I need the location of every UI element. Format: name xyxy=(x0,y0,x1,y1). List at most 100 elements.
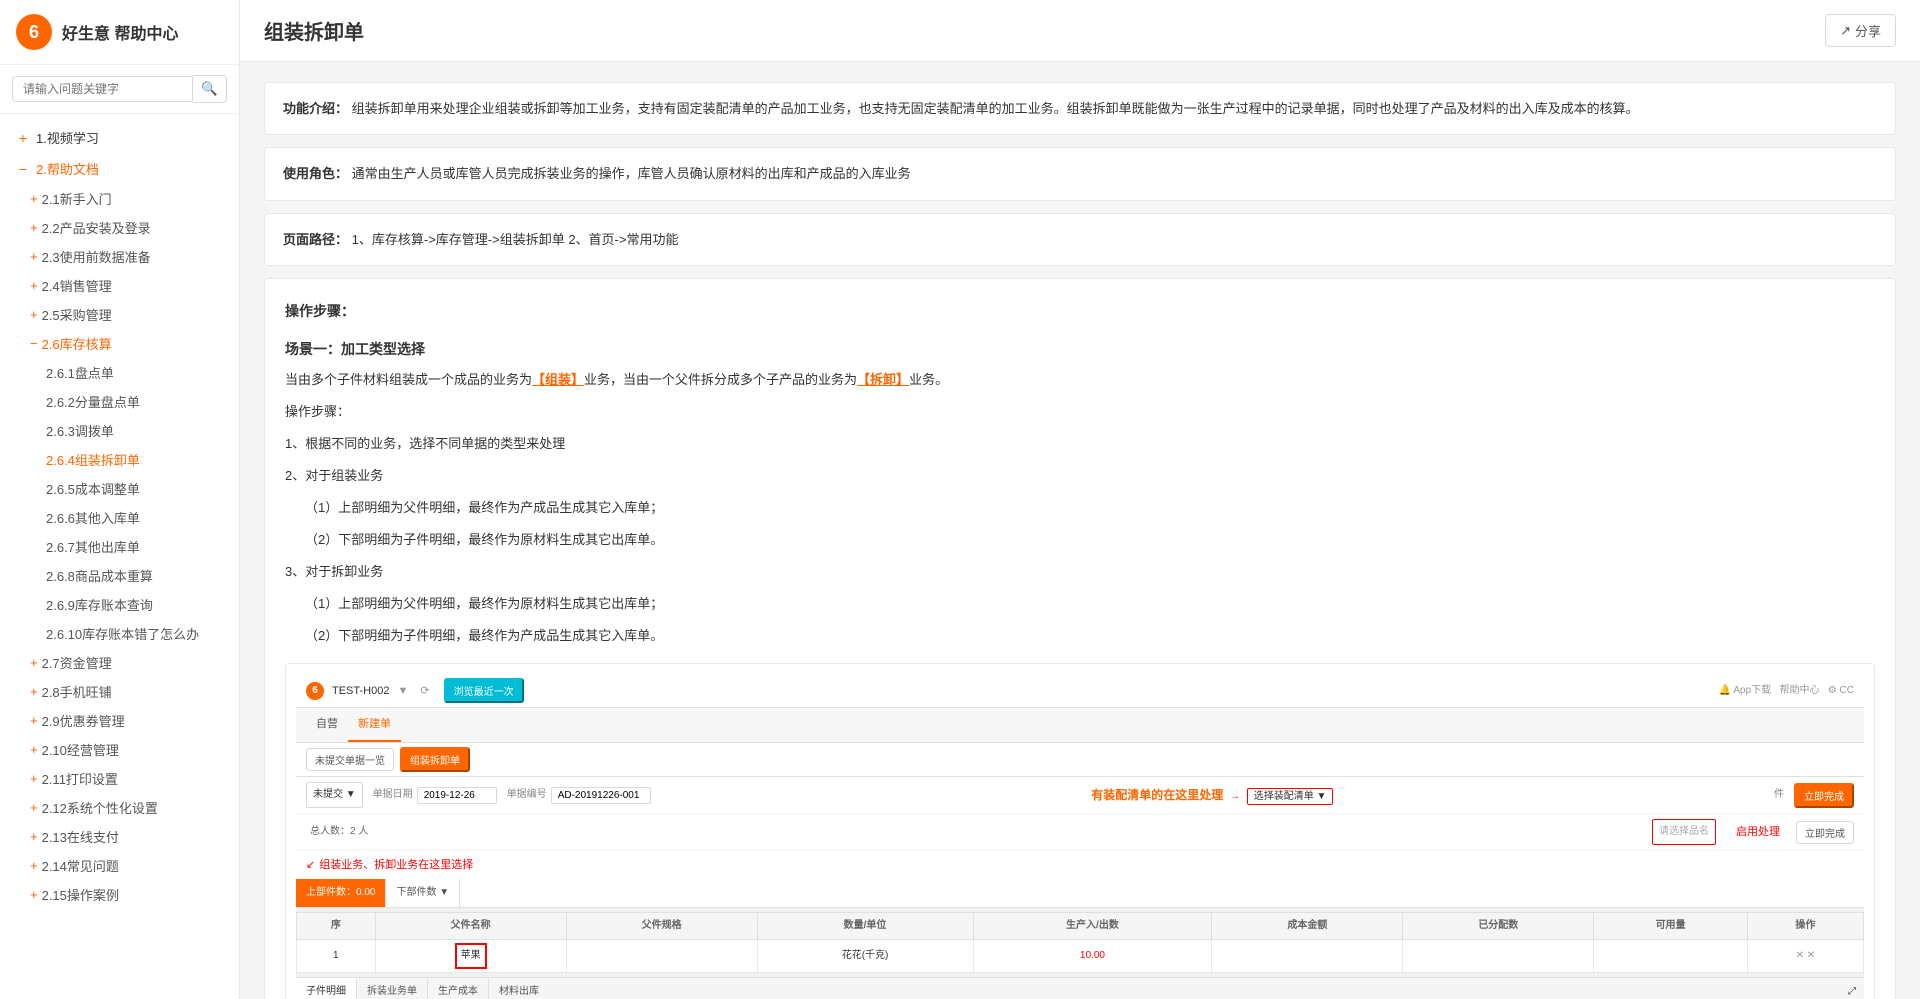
inner-apply-btn[interactable]: 立即完成 xyxy=(1796,821,1854,844)
arrow-annotation: ↙ xyxy=(306,854,315,876)
sidebar-item-2-8[interactable]: + 2.8手机旺铺 xyxy=(30,677,239,706)
share-icon: ↗ xyxy=(1840,23,1851,39)
inner-company: TEST-H002 xyxy=(332,680,389,702)
inner-titlebar: 6 TEST-H002 ▼ ⟳ 浏览最近一次 🔔 App下载 帮助中心 ⚙ CC xyxy=(296,674,1864,708)
sidebar-item-2-6-4[interactable]: 2.6.4组装拆卸单 xyxy=(46,445,239,474)
assembly-input-box: 请选择品名 xyxy=(1652,819,1716,845)
inner-btn-draft[interactable]: 未提交单据一览 xyxy=(306,748,394,771)
page-title: 组装拆卸单 xyxy=(264,16,364,45)
annotation-launch: 启用处理 xyxy=(1736,821,1780,843)
sidebar-item-2-4[interactable]: + 2.4销售管理 xyxy=(30,271,239,300)
sidebar-item-2-1[interactable]: + 2.1新手入门 xyxy=(30,184,239,213)
main-area: 组装拆卸单 ↗ 分享 功能介绍： 组装拆卸单用来处理企业组装或拆卸等加工业务，支… xyxy=(240,0,1920,999)
sidebar-item-2-3[interactable]: + 2.3使用前数据准备 xyxy=(30,242,239,271)
assembly-annotation: 组装业务、拆卸业务在这里选择 xyxy=(319,854,473,876)
sidebar-item-2-6-2[interactable]: 2.6.2分量盘点单 xyxy=(46,387,239,416)
sidebar-item-2[interactable]: − 2.帮助文档 xyxy=(0,153,239,184)
sidebar-item-2-15-label: 2.15操作案例 xyxy=(42,885,119,904)
date-label: 单据日期 xyxy=(373,785,413,805)
th-cost: 成本金额 xyxy=(1212,913,1403,940)
sidebar-item-2-9-label: 2.9优惠券管理 xyxy=(42,711,125,730)
sidebar-item-2-11[interactable]: + 2.11打印设置 xyxy=(30,764,239,793)
step3: 3、对于拆卸业务 xyxy=(285,559,1875,585)
td-name: 苹果 xyxy=(375,940,566,973)
lower-tab-outstock[interactable]: 材料出库 xyxy=(489,978,549,999)
sidebar-item-2-6-8[interactable]: 2.6.8商品成本重算 xyxy=(46,561,239,590)
sidebar-item-2-14[interactable]: + 2.14常见问题 xyxy=(30,851,239,880)
sidebar-item-2-10-label: 2.10经营管理 xyxy=(42,740,119,759)
date-input[interactable] xyxy=(417,787,497,804)
sidebar-item-2-6-7[interactable]: 2.6.7其他出库单 xyxy=(46,532,239,561)
sidebar-item-1[interactable]: + 1.视频学习 xyxy=(0,122,239,153)
td-cost xyxy=(1212,940,1403,973)
sidebar-item-2-9[interactable]: + 2.9优惠券管理 xyxy=(30,706,239,735)
tab-upper[interactable]: 上部件数：0.00 xyxy=(296,879,386,907)
steps-block: 操作步骤： 场景一：加工类型选择 当由多个子件材料组装成一个成品的业务为【组装】… xyxy=(264,278,1896,999)
status-select[interactable]: 未提交 ▼ xyxy=(306,782,363,808)
assembly-btn[interactable]: 选择装配清单 ▼ xyxy=(1247,788,1334,805)
lower-expand-btn[interactable]: ⤢ xyxy=(1840,978,1864,999)
th-prod-qty: 生产入/出数 xyxy=(973,913,1212,940)
field-status: 未提交 ▼ xyxy=(306,782,363,808)
confirm-btn[interactable]: 立即完成 xyxy=(1794,783,1854,808)
sidebar-item-2-2[interactable]: + 2.2产品安装及登录 xyxy=(30,213,239,242)
th-allocated: 已分配数 xyxy=(1403,913,1594,940)
sidebar-item-2-12[interactable]: + 2.12系统个性化设置 xyxy=(30,793,239,822)
count-label: 件 xyxy=(1774,785,1784,805)
sidebar-item-2-5-label: 2.5采购管理 xyxy=(42,305,112,324)
sidebar-item-2-6[interactable]: − 2.6库存核算 xyxy=(30,329,239,358)
search-box: 🔍 xyxy=(0,65,239,114)
sidebar-item-2-6-10[interactable]: 2.6.10库存账本错了怎么办 xyxy=(46,619,239,648)
inner-tab-new[interactable]: 新建单 xyxy=(348,708,401,742)
sidebar-item-2-13[interactable]: + 2.13在线支付 xyxy=(30,822,239,851)
lower-tab-sub[interactable]: 子件明细 xyxy=(296,978,357,999)
upper-table-area: 序 父件名称 父件规格 数量/单位 生产入/出数 成本金额 已分配数 可用量 操… xyxy=(296,908,1864,977)
lower-tab-cost[interactable]: 生产成本 xyxy=(428,978,489,999)
qty-label: 总人数：2 人 xyxy=(310,822,368,842)
order-input[interactable] xyxy=(551,787,651,804)
inner-dropdown-icon: ▼ xyxy=(397,680,408,702)
steps-heading: 操作步骤： xyxy=(285,297,1875,325)
inner-form-row-2: 总人数：2 人 请选择品名 启用处理 立即完成 xyxy=(296,814,1864,851)
sidebar-item-2-10[interactable]: + 2.10经营管理 xyxy=(30,735,239,764)
sidebar-item-2-15[interactable]: + 2.15操作案例 xyxy=(30,880,239,909)
role-block: 使用角色： 通常由生产人员或库管人员完成拆装业务的操作，库管人员确认原材料的出库… xyxy=(264,147,1896,200)
sidebar-item-2-3-label: 2.3使用前数据准备 xyxy=(42,247,151,266)
upper-table-row: 1 苹果 花花(千克) 10.00 xyxy=(297,940,1864,973)
sidebar-item-2-14-label: 2.14常见问题 xyxy=(42,856,119,875)
role-text: 通常由生产人员或库管人员完成拆装业务的操作，库管人员确认原材料的出库和产成品的入… xyxy=(352,166,911,181)
sidebar-item-2-6-label: 2.6库存核算 xyxy=(42,334,112,353)
sidebar-item-2-7[interactable]: + 2.7资金管理 xyxy=(30,648,239,677)
inner-recent-btn[interactable]: 浏览最近一次 xyxy=(444,678,524,703)
td-seq: 1 xyxy=(297,940,376,973)
path-label: 页面路径： xyxy=(283,232,348,247)
path-text: 1、库存核算->库存管理->组装拆卸单 2、首页->常用功能 xyxy=(352,232,679,247)
launch-annotation-text: 启用处理 xyxy=(1736,826,1780,838)
sidebar-item-2-13-label: 2.13在线支付 xyxy=(42,827,119,846)
search-input[interactable] xyxy=(12,76,193,102)
inner-form-row: 未提交 ▼ 单据日期 单据编号 有装配清单的在这里处理 xyxy=(296,777,1864,814)
sidebar-item-1-label: 1.视频学习 xyxy=(36,128,99,147)
inner-tab-ziy[interactable]: 自营 xyxy=(306,708,348,742)
sidebar-item-2-6-6[interactable]: 2.6.6其他入库单 xyxy=(46,503,239,532)
sidebar-item-2-6-3[interactable]: 2.6.3调拨单 xyxy=(46,416,239,445)
step3-1: （1）上部明细为父件明细，最终作为原材料生成其它出库单； xyxy=(305,591,1875,617)
sidebar-item-2-5[interactable]: + 2.5采购管理 xyxy=(30,300,239,329)
share-button[interactable]: ↗ 分享 xyxy=(1825,14,1896,47)
minus-icon: − xyxy=(16,162,30,176)
sidebar-item-2-6-9[interactable]: 2.6.9库存账本查询 xyxy=(46,590,239,619)
tab-lower[interactable]: 下部件数 ▼ xyxy=(386,879,460,907)
sidebar-item-2-2-label: 2.2产品安装及登录 xyxy=(42,218,151,237)
section-tab-row: 上部件数：0.00 下部件数 ▼ xyxy=(296,879,1864,908)
intro-text: 组装拆卸单用来处理企业组装或拆卸等加工业务，支持有固定装配清单的产品加工业务，也… xyxy=(352,101,1639,116)
nav-section-2: − 2.帮助文档 + 2.1新手入门 + 2.2产品安装及登录 + 2.3使用前… xyxy=(0,153,239,909)
inner-btn-assemble[interactable]: 组装拆卸单 xyxy=(400,747,470,772)
sidebar-item-2-6-5[interactable]: 2.6.5成本调整单 xyxy=(46,474,239,503)
plus-icon-2-2: + xyxy=(30,220,38,235)
lower-tab-order[interactable]: 拆装业务单 xyxy=(357,978,428,999)
sidebar-item-2-6-1[interactable]: 2.6.1盘点单 xyxy=(46,358,239,387)
sidebar-item-2-8-label: 2.8手机旺铺 xyxy=(42,682,112,701)
search-button[interactable]: 🔍 xyxy=(193,75,227,103)
father-name-cell[interactable]: 苹果 xyxy=(455,943,487,969)
logo-icon: 6 xyxy=(16,14,52,50)
